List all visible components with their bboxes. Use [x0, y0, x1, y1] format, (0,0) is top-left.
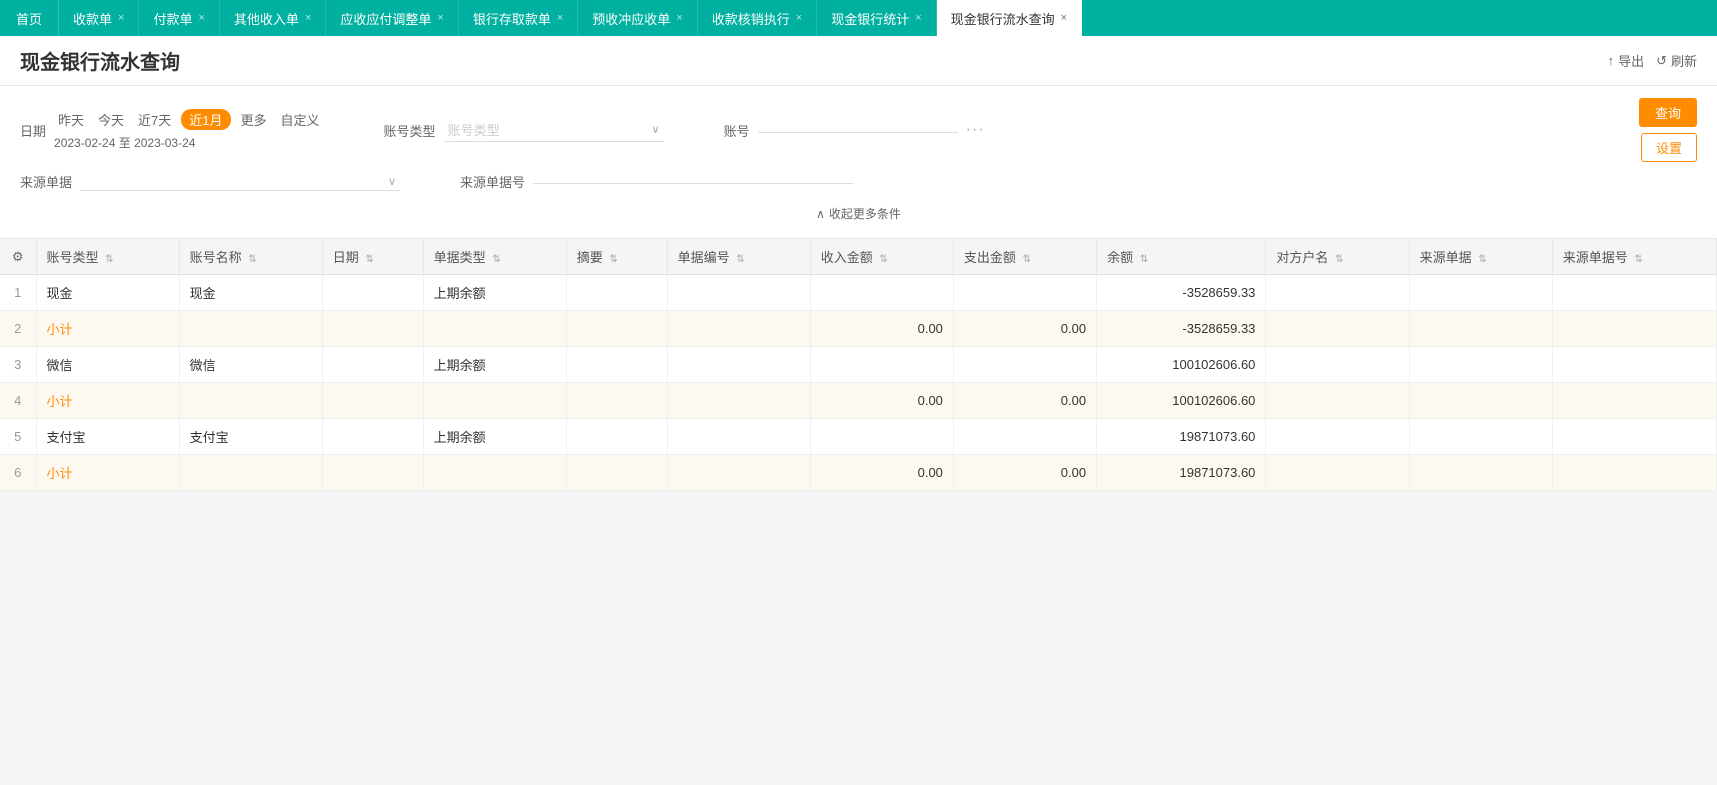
sort-icon: ⇅ [736, 254, 744, 265]
page-header: 现金银行流水查询 ↑ 导出 ↺ 刷新 [0, 36, 1717, 86]
source-doc-label: 来源单据 [20, 172, 72, 191]
collapse-label: 收起更多条件 [829, 205, 901, 222]
th-balance[interactable]: 余额 ⇅ [1097, 239, 1266, 275]
tab-bank-deposit[interactable]: 银行存取款单 × [459, 0, 578, 36]
refresh-button[interactable]: ↺ 刷新 [1656, 51, 1697, 70]
top-nav: 首页 收款单 × 付款单 × 其他收入单 × 应收应付调整单 × 银行存取款单 … [0, 0, 1717, 36]
date-filter-group: 日期 昨天 今天 近7天 近1月 更多 自定义 2023-02-24 至 202… [20, 109, 324, 151]
close-icon[interactable]: × [1061, 12, 1067, 24]
sort-icon: ⇅ [492, 254, 500, 265]
close-icon[interactable]: × [915, 12, 921, 24]
filter-row-1: 日期 昨天 今天 近7天 近1月 更多 自定义 2023-02-24 至 202… [20, 98, 1697, 162]
table-row[interactable]: 6小计0.000.0019871073.60 [0, 455, 1717, 491]
source-doc-filter-group: 来源单据 ∨ [20, 172, 400, 191]
date-range-display: 2023-02-24 至 2023-03-24 [54, 134, 324, 151]
shortcut-7days[interactable]: 近7天 [134, 109, 175, 130]
settings-button[interactable]: 设置 [1641, 133, 1697, 162]
table-row[interactable]: 4小计0.000.00100102606.60 [0, 383, 1717, 419]
th-source-doc-no[interactable]: 来源单据号 ⇅ [1552, 239, 1716, 275]
sort-icon: ⇅ [1478, 254, 1486, 265]
tab-bank-stats[interactable]: 现金银行统计 × [817, 0, 936, 36]
th-source-doc[interactable]: 来源单据 ⇅ [1409, 239, 1552, 275]
btn-group: 查询 设置 [1639, 98, 1697, 162]
nav-home[interactable]: 首页 [0, 0, 59, 36]
close-icon[interactable]: × [437, 12, 443, 24]
close-icon[interactable]: × [305, 12, 311, 24]
th-settings[interactable]: ⚙ [0, 239, 36, 275]
sort-icon: ⇅ [248, 254, 256, 265]
shortcut-yesterday[interactable]: 昨天 [54, 109, 88, 130]
export-icon: ↑ [1608, 53, 1615, 68]
table-row[interactable]: 3微信微信上期余额100102606.60 [0, 347, 1717, 383]
source-doc-no-label: 来源单据号 [460, 172, 525, 191]
th-date[interactable]: 日期 ⇅ [322, 239, 423, 275]
tab-collection-execute[interactable]: 收款核销执行 × [698, 0, 817, 36]
sort-icon: ⇅ [609, 254, 617, 265]
account-input[interactable] [758, 128, 958, 133]
close-icon[interactable]: × [557, 12, 563, 24]
filter-row-2: 来源单据 ∨ 来源单据号 [20, 172, 1697, 191]
close-icon[interactable]: × [118, 12, 124, 24]
account-type-filter-group: 账号类型 账号类型 ∨ [384, 118, 664, 142]
filter-area: 日期 昨天 今天 近7天 近1月 更多 自定义 2023-02-24 至 202… [0, 86, 1717, 239]
th-doc-no[interactable]: 单据编号 ⇅ [667, 239, 810, 275]
date-shortcuts: 昨天 今天 近7天 近1月 更多 自定义 [54, 109, 324, 130]
tab-advance-offset[interactable]: 预收冲应收单 × [578, 0, 697, 36]
export-button[interactable]: ↑ 导出 [1608, 51, 1645, 70]
source-doc-select[interactable]: ∨ [80, 173, 400, 191]
shortcut-1month[interactable]: 近1月 [181, 109, 230, 130]
shortcut-today[interactable]: 今天 [94, 109, 128, 130]
account-type-select[interactable]: 账号类型 ∨ [444, 118, 664, 142]
collapse-icon: ∧ [816, 207, 825, 221]
account-type-placeholder: 账号类型 [448, 120, 648, 139]
sort-icon: ⇅ [105, 254, 113, 265]
source-doc-no-filter-group: 来源单据号 [460, 172, 853, 191]
refresh-icon: ↺ [1656, 53, 1667, 69]
page-title: 现金银行流水查询 [20, 46, 180, 75]
th-doc-type[interactable]: 单据类型 ⇅ [423, 239, 566, 275]
collapse-bar[interactable]: ∧ 收起更多条件 [20, 201, 1697, 226]
date-label: 日期 [20, 121, 46, 140]
source-doc-no-input[interactable] [533, 179, 853, 184]
query-button[interactable]: 查询 [1639, 98, 1697, 127]
data-table: ⚙ 账号类型 ⇅ 账号名称 ⇅ 日期 ⇅ 单据类型 ⇅ [0, 239, 1717, 491]
th-summary[interactable]: 摘要 ⇅ [566, 239, 667, 275]
account-label: 账号 [724, 121, 750, 140]
close-icon[interactable]: × [796, 12, 802, 24]
tab-other-income[interactable]: 其他收入单 × [220, 0, 326, 36]
sort-icon: ⇅ [879, 254, 887, 265]
sort-icon: ⇅ [365, 254, 373, 265]
table-header-row: ⚙ 账号类型 ⇅ 账号名称 ⇅ 日期 ⇅ 单据类型 ⇅ [0, 239, 1717, 275]
table-row[interactable]: 2小计0.000.00-3528659.33 [0, 311, 1717, 347]
close-icon[interactable]: × [676, 12, 682, 24]
th-expense[interactable]: 支出金额 ⇅ [953, 239, 1096, 275]
account-ellipsis-icon[interactable]: ··· [966, 121, 985, 139]
shortcut-more[interactable]: 更多 [237, 109, 271, 130]
sort-icon: ⇅ [1634, 254, 1642, 265]
tab-adjustment[interactable]: 应收应付调整单 × [326, 0, 458, 36]
th-account-name[interactable]: 账号名称 ⇅ [179, 239, 322, 275]
tab-receipt[interactable]: 收款单 × [59, 0, 139, 36]
th-counterpart[interactable]: 对方户名 ⇅ [1266, 239, 1409, 275]
account-filter-group: 账号 ··· [724, 121, 985, 140]
tab-payment[interactable]: 付款单 × [139, 0, 219, 36]
sort-icon: ⇅ [1023, 254, 1031, 265]
table-row[interactable]: 1现金现金上期余额-3528659.33 [0, 275, 1717, 311]
close-icon[interactable]: × [198, 12, 204, 24]
shortcut-custom[interactable]: 自定义 [277, 109, 324, 130]
chevron-down-icon: ∨ [652, 123, 660, 136]
header-actions: ↑ 导出 ↺ 刷新 [1608, 51, 1697, 70]
th-income[interactable]: 收入金额 ⇅ [810, 239, 953, 275]
account-type-label: 账号类型 [384, 121, 436, 140]
tab-bank-flow[interactable]: 现金银行流水查询 × [937, 0, 1082, 36]
table-container: ⚙ 账号类型 ⇅ 账号名称 ⇅ 日期 ⇅ 单据类型 ⇅ [0, 239, 1717, 491]
sort-icon: ⇅ [1335, 254, 1343, 265]
settings-gear-icon[interactable]: ⚙ [10, 249, 26, 265]
table-row[interactable]: 5支付宝支付宝上期余额19871073.60 [0, 419, 1717, 455]
sort-icon: ⇅ [1140, 254, 1148, 265]
chevron-down-icon: ∨ [388, 175, 396, 188]
th-account-type[interactable]: 账号类型 ⇅ [36, 239, 179, 275]
